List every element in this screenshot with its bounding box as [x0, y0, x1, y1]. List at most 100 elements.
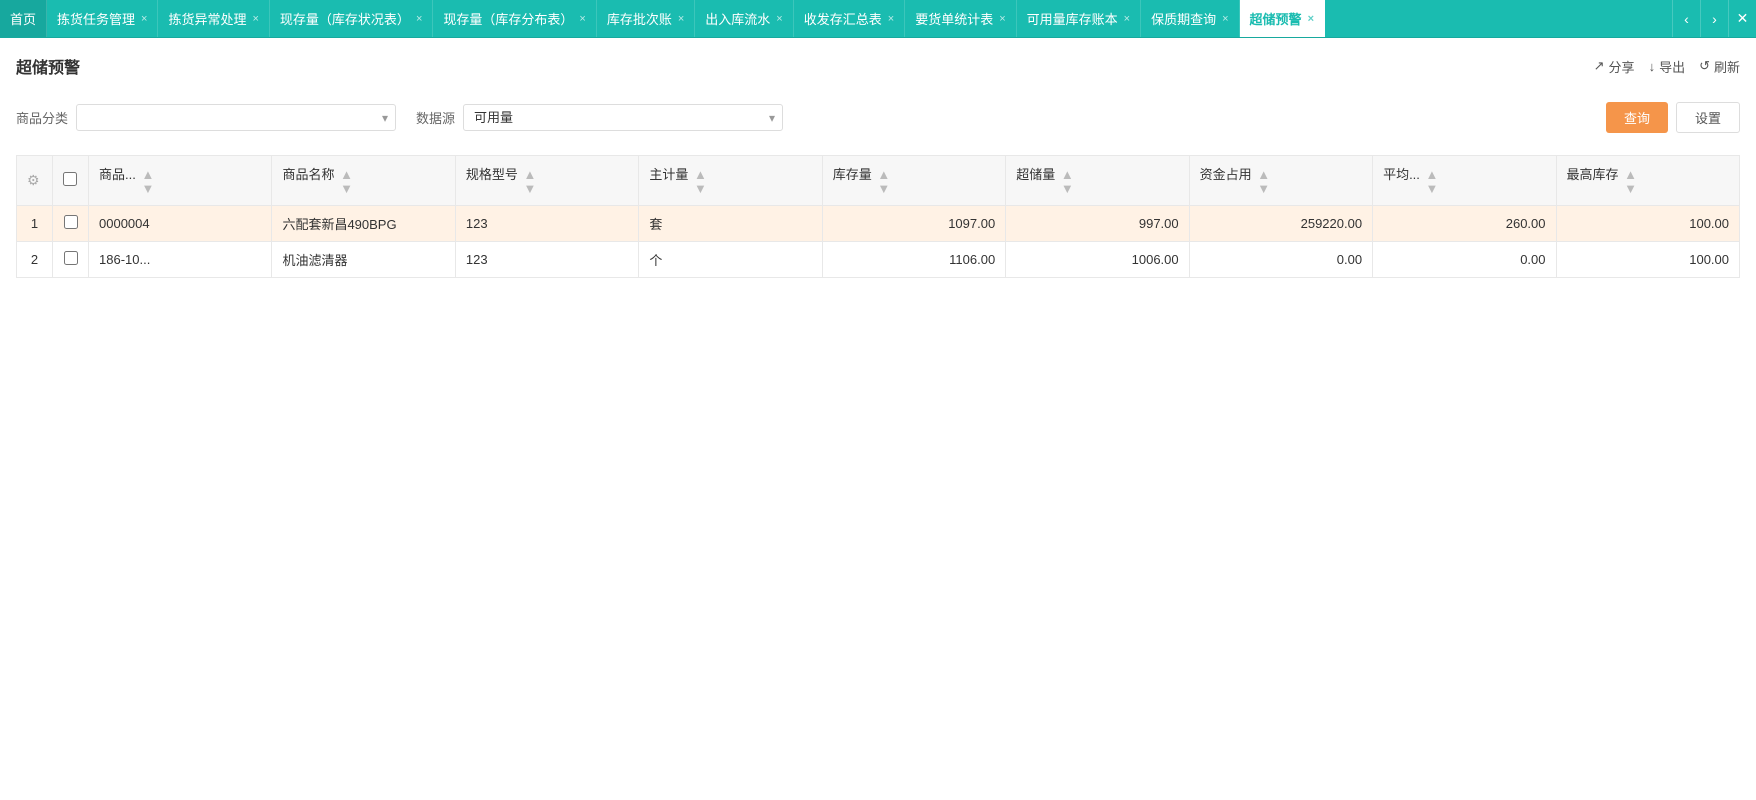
nav-close-collect[interactable]: × [888, 13, 894, 25]
th-overstock[interactable]: 超储量 ▲▼ [1006, 156, 1189, 206]
export-icon: ↓ [1649, 59, 1656, 74]
nav-label: 现存量（库存状况表） [280, 9, 410, 28]
nav-label: 现存量（库存分布表） [443, 9, 573, 28]
row2-max-stock: 100.00 [1556, 241, 1740, 277]
th-avg[interactable]: 平均... ▲▼ [1373, 156, 1556, 206]
row2-overstock: 1006.00 [1006, 241, 1189, 277]
nav-item-abnormal[interactable]: 拣货异常处理 × [158, 0, 269, 38]
nav-label: 出入库流水 [705, 9, 770, 28]
refresh-icon: ↺ [1699, 58, 1710, 74]
row2-checkbox-cell[interactable] [53, 241, 89, 277]
select-all-checkbox[interactable] [63, 172, 77, 186]
nav-arrow-left[interactable]: ‹ [1672, 0, 1700, 38]
nav-item-inventory-status[interactable]: 现存量（库存状况表） × [270, 0, 433, 38]
filter-row: 商品分类 数据源 可用量 库存量 查询 设置 [16, 92, 1740, 143]
row2-product-name: 机油滤清器 [272, 241, 455, 277]
row1-avg: 260.00 [1373, 205, 1556, 241]
row2-stock: 1106.00 [822, 241, 1005, 277]
nav-close-task-mgmt[interactable]: × [141, 13, 147, 25]
sort-icon-unit: ▲▼ [694, 168, 707, 197]
top-navigation: 首页 拣货任务管理 × 拣货异常处理 × 现存量（库存状况表） × 现存量（库存… [0, 0, 1756, 38]
nav-close-inv-batch[interactable]: × [678, 13, 684, 25]
filter-actions: 查询 设置 [1606, 102, 1740, 133]
nav-item-inventory-batch[interactable]: 库存批次账 × [597, 0, 695, 38]
th-unit[interactable]: 主计量 ▲▼ [639, 156, 822, 206]
share-label: 分享 [1609, 57, 1635, 76]
row1-checkbox[interactable] [64, 215, 78, 229]
category-filter-group: 商品分类 [16, 104, 396, 131]
export-action[interactable]: ↓ 导出 [1649, 57, 1686, 76]
th-spec[interactable]: 规格型号 ▲▼ [455, 156, 638, 206]
th-capital[interactable]: 资金占用 ▲▼ [1189, 156, 1372, 206]
nav-item-task-mgmt[interactable]: 拣货任务管理 × [47, 0, 158, 38]
row2-spec: 123 [455, 241, 638, 277]
datasource-filter-group: 数据源 可用量 库存量 [416, 104, 783, 131]
th-unit-label: 主计量 [649, 167, 688, 182]
th-product-name[interactable]: 商品名称 ▲▼ [272, 156, 455, 206]
th-stock-label: 库存量 [833, 167, 872, 182]
nav-arrow-close[interactable]: ✕ [1728, 0, 1756, 38]
nav-close-shelf[interactable]: × [1222, 13, 1228, 25]
nav-label: 超储预警 [1250, 9, 1302, 28]
th-checkbox[interactable] [53, 156, 89, 206]
sort-icon-product-code: ▲▼ [141, 168, 154, 197]
sort-icon-overstock: ▲▼ [1061, 168, 1074, 197]
nav-label: 收发存汇总表 [804, 9, 882, 28]
row2-num: 2 [17, 241, 53, 277]
nav-close-inout[interactable]: × [776, 13, 782, 25]
row1-product-code: 0000004 [89, 205, 272, 241]
row1-spec: 123 [455, 205, 638, 241]
row2-capital: 0.00 [1189, 241, 1372, 277]
th-product-code[interactable]: 商品... ▲▼ [89, 156, 272, 206]
th-product-code-label: 商品... [99, 167, 136, 182]
nav-arrows: ‹ › ✕ [1672, 0, 1756, 38]
nav-label: 可用量库存账本 [1027, 9, 1118, 28]
th-overstock-label: 超储量 [1016, 167, 1055, 182]
nav-close-overstock[interactable]: × [1308, 13, 1314, 25]
nav-item-shelf-life[interactable]: 保质期查询 × [1141, 0, 1239, 38]
nav-label: 库存批次账 [607, 9, 672, 28]
export-label: 导出 [1659, 57, 1685, 76]
th-max-stock[interactable]: 最高库存 ▲▼ [1556, 156, 1740, 206]
gear-settings-icon[interactable]: ⚙ [27, 172, 40, 188]
nav-close-order[interactable]: × [999, 13, 1005, 25]
nav-label: 保质期查询 [1151, 9, 1216, 28]
nav-item-order-stats[interactable]: 要货单统计表 × [905, 0, 1016, 38]
row2-unit: 个 [639, 241, 822, 277]
nav-item-overstock[interactable]: 超储预警 × [1240, 0, 1325, 38]
sort-icon-product-name: ▲▼ [340, 168, 353, 197]
th-capital-label: 资金占用 [1200, 167, 1252, 182]
nav-arrow-right[interactable]: › [1700, 0, 1728, 38]
datasource-select-wrapper: 可用量 库存量 [463, 104, 783, 131]
nav-close-available[interactable]: × [1124, 13, 1130, 25]
nav-item-inventory-dist[interactable]: 现存量（库存分布表） × [433, 0, 596, 38]
row1-num: 1 [17, 205, 53, 241]
sort-icon-capital: ▲▼ [1257, 168, 1270, 197]
row1-checkbox-cell[interactable] [53, 205, 89, 241]
refresh-label: 刷新 [1714, 57, 1740, 76]
table-body: 1 0000004 六配套新昌490BPG 123 套 1097.00 997.… [17, 205, 1740, 277]
nav-close-abnormal[interactable]: × [252, 13, 258, 25]
share-action[interactable]: ↗ 分享 [1594, 57, 1635, 76]
sort-icon-stock: ▲▼ [877, 168, 890, 197]
category-select[interactable] [76, 104, 396, 131]
query-button[interactable]: 查询 [1606, 102, 1668, 133]
th-gear[interactable]: ⚙ [17, 156, 53, 206]
nav-item-inout-flow[interactable]: 出入库流水 × [695, 0, 793, 38]
nav-close-inv-dist[interactable]: × [579, 13, 585, 25]
th-stock[interactable]: 库存量 ▲▼ [822, 156, 1005, 206]
row2-checkbox[interactable] [64, 251, 78, 265]
nav-item-available-account[interactable]: 可用量库存账本 × [1017, 0, 1141, 38]
datasource-select[interactable]: 可用量 库存量 [463, 104, 783, 131]
page-header: 超储预警 ↗ 分享 ↓ 导出 ↺ 刷新 [16, 54, 1740, 78]
nav-item-collect-summary[interactable]: 收发存汇总表 × [794, 0, 905, 38]
row1-capital: 259220.00 [1189, 205, 1372, 241]
page-title: 超储预警 [16, 54, 80, 78]
refresh-action[interactable]: ↺ 刷新 [1699, 57, 1740, 76]
nav-item-home[interactable]: 首页 [0, 0, 47, 38]
sort-icon-max-stock: ▲▼ [1624, 168, 1637, 197]
nav-close-inv-status[interactable]: × [416, 13, 422, 25]
nav-label: 拣货异常处理 [168, 9, 246, 28]
row1-overstock: 997.00 [1006, 205, 1189, 241]
settings-button[interactable]: 设置 [1676, 102, 1740, 133]
